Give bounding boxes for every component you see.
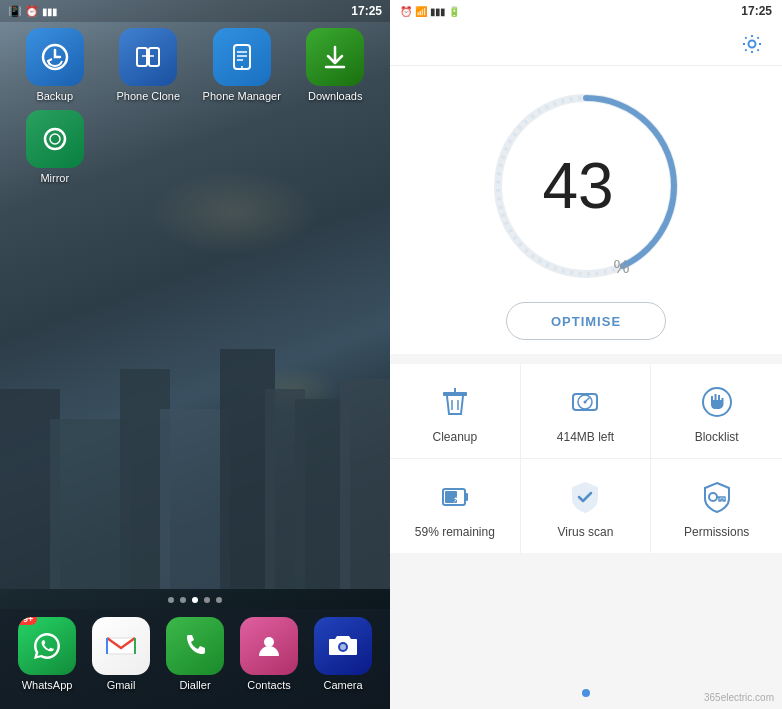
blocklist-icon bbox=[697, 382, 737, 422]
watermark: 365electric.com bbox=[704, 692, 774, 703]
alarm-icon-l: ⏰ bbox=[25, 5, 39, 18]
score-value: 43 bbox=[542, 154, 613, 218]
downloads-icon bbox=[306, 28, 364, 86]
signal-icon-l: ▮▮▮ bbox=[42, 6, 57, 17]
camera-icon bbox=[314, 617, 372, 675]
optimise-button[interactable]: OPTIMISE bbox=[506, 302, 666, 340]
permissions-icon bbox=[697, 477, 737, 517]
dock-dialler[interactable]: Dialler bbox=[166, 617, 224, 691]
status-bar-left: 📳 ⏰ ▮▮▮ 17:25 bbox=[0, 0, 390, 22]
virus-scan-label: Virus scan bbox=[558, 525, 614, 539]
status-bar-right: ⏰ 📶 ▮▮▮ 🔋 17:25 bbox=[390, 0, 782, 22]
badge-whatsapp: 99+ bbox=[18, 617, 37, 625]
score-percent: % bbox=[614, 257, 630, 278]
manager-header bbox=[390, 22, 782, 66]
blocklist-feature[interactable]: Blocklist bbox=[651, 364, 782, 459]
time-display-right: 17:25 bbox=[741, 4, 772, 18]
contacts-icon bbox=[240, 617, 298, 675]
settings-button[interactable] bbox=[738, 30, 766, 58]
svg-rect-28 bbox=[465, 493, 468, 501]
dock-contacts[interactable]: Contacts bbox=[240, 617, 298, 691]
downloads-label: Downloads bbox=[308, 90, 362, 102]
cleanup-feature[interactable]: Cleanup bbox=[390, 364, 521, 459]
app-phone-clone[interactable]: Phone Clone bbox=[104, 28, 194, 102]
feature-grid: Cleanup 414MB left bbox=[390, 364, 782, 553]
score-display: 43 % bbox=[486, 86, 686, 286]
svg-rect-3 bbox=[234, 45, 250, 69]
page-dot-4[interactable] bbox=[204, 597, 210, 603]
storage-feature[interactable]: 414MB left bbox=[521, 364, 652, 459]
storage-icon bbox=[565, 382, 605, 422]
mirror-icon bbox=[26, 110, 84, 168]
dock-gmail[interactable]: Gmail bbox=[92, 617, 150, 691]
backup-label: Backup bbox=[36, 90, 73, 102]
signal-icon-r: ▮▮▮ bbox=[430, 6, 445, 17]
right-status-icons: ⏰ 📶 ▮▮▮ 🔋 bbox=[400, 6, 460, 17]
svg-rect-19 bbox=[443, 392, 467, 396]
phone-manager-icon bbox=[213, 28, 271, 86]
battery-feature-icon bbox=[435, 477, 475, 517]
app-phone-manager[interactable]: Phone Manager bbox=[197, 28, 287, 102]
phone-clone-icon bbox=[119, 28, 177, 86]
gmail-label: Gmail bbox=[107, 679, 136, 691]
blocklist-label: Blocklist bbox=[695, 430, 739, 444]
mirror-label: Mirror bbox=[40, 172, 69, 184]
dialler-label: Dialler bbox=[179, 679, 210, 691]
whatsapp-icon: 99+ bbox=[18, 617, 76, 675]
wifi-icon-r: 📶 bbox=[415, 6, 427, 17]
svg-rect-2 bbox=[149, 48, 159, 66]
time-display-left: 17:25 bbox=[351, 4, 382, 18]
phone-clone-label: Phone Clone bbox=[116, 90, 180, 102]
contacts-label: Contacts bbox=[247, 679, 290, 691]
svg-point-25 bbox=[584, 401, 587, 404]
permissions-label: Permissions bbox=[684, 525, 749, 539]
svg-point-11 bbox=[264, 637, 274, 647]
svg-point-30 bbox=[709, 493, 717, 501]
gmail-icon bbox=[92, 617, 150, 675]
city-buildings bbox=[0, 289, 390, 589]
page-dot-1[interactable] bbox=[168, 597, 174, 603]
svg-point-14 bbox=[749, 40, 756, 47]
status-icons-left: 📳 ⏰ ▮▮▮ bbox=[8, 5, 57, 18]
home-screen: 📳 ⏰ ▮▮▮ 17:25 Backup bbox=[0, 0, 390, 709]
backup-icon bbox=[26, 28, 84, 86]
svg-rect-1 bbox=[137, 48, 147, 66]
svg-point-9 bbox=[45, 129, 65, 149]
alarm-icon-r: ⏰ bbox=[400, 6, 412, 17]
permissions-feature[interactable]: Permissions bbox=[651, 459, 782, 553]
score-circle: 43 % bbox=[486, 86, 686, 286]
battery-icon-r: 🔋 bbox=[448, 6, 460, 17]
svg-point-13 bbox=[340, 644, 346, 650]
virus-scan-feature[interactable]: Virus scan bbox=[521, 459, 652, 553]
camera-label: Camera bbox=[323, 679, 362, 691]
page-dot-3[interactable] bbox=[192, 597, 198, 603]
battery-feature[interactable]: 59% remaining bbox=[390, 459, 521, 553]
whatsapp-label: WhatsApp bbox=[22, 679, 73, 691]
dock-whatsapp[interactable]: 99+ WhatsApp bbox=[18, 617, 76, 691]
battery-label: 59% remaining bbox=[415, 525, 495, 539]
page-indicator bbox=[168, 597, 222, 603]
dock: 99+ WhatsApp Gmail bbox=[0, 609, 390, 709]
virus-scan-icon bbox=[565, 477, 605, 517]
svg-point-7 bbox=[241, 66, 243, 68]
score-section: 43 % OPTIMISE bbox=[390, 66, 782, 354]
app-backup[interactable]: Backup bbox=[10, 28, 100, 102]
app-downloads[interactable]: Downloads bbox=[291, 28, 381, 102]
storage-label: 414MB left bbox=[557, 430, 614, 444]
indicator-dot-active[interactable] bbox=[582, 689, 590, 697]
svg-point-10 bbox=[50, 134, 60, 144]
phone-manager-label: Phone Manager bbox=[203, 90, 281, 102]
app-mirror[interactable]: Mirror bbox=[10, 110, 100, 184]
dock-camera[interactable]: Camera bbox=[314, 617, 372, 691]
app-grid: Backup Phone Clone bbox=[10, 28, 380, 184]
phone-manager-panel: ⏰ 📶 ▮▮▮ 🔋 17:25 bbox=[390, 0, 782, 709]
cleanup-icon bbox=[435, 382, 475, 422]
notif-icon: 📳 bbox=[8, 5, 22, 18]
page-dot-2[interactable] bbox=[180, 597, 186, 603]
dialler-icon bbox=[166, 617, 224, 675]
page-dot-5[interactable] bbox=[216, 597, 222, 603]
cleanup-label: Cleanup bbox=[432, 430, 477, 444]
